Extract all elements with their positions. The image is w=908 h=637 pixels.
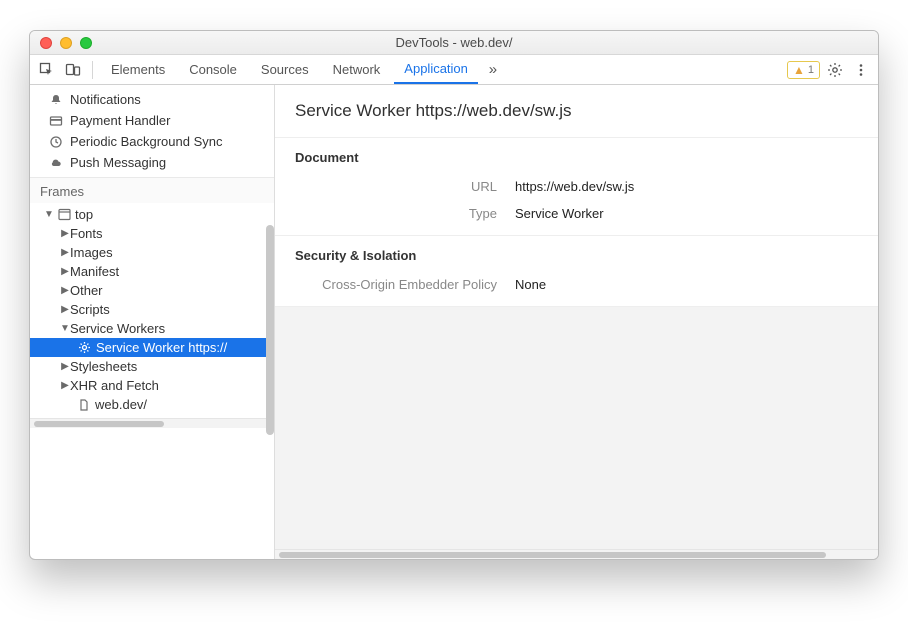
- sidebar-item-label: Payment Handler: [70, 113, 170, 128]
- sidebar-horizontal-scrollbar[interactable]: [30, 418, 274, 428]
- tree-item-label: XHR and Fetch: [70, 378, 159, 393]
- background-services-section: Notifications Payment Handler Periodic B…: [30, 85, 274, 177]
- settings-icon[interactable]: [824, 59, 846, 81]
- frames-section-title: Frames: [30, 177, 274, 203]
- tree-item-service-worker-selected[interactable]: Service Worker https://: [30, 338, 274, 357]
- kv-coep: Cross-Origin Embedder Policy None: [275, 271, 878, 306]
- sidebar-item-label: Notifications: [70, 92, 141, 107]
- main-panel: Service Worker https://web.dev/sw.js Doc…: [275, 85, 878, 559]
- document-panel-title: Document: [275, 138, 878, 173]
- tree-item-label: Scripts: [70, 302, 110, 317]
- tree-item-scripts[interactable]: ▶Scripts: [30, 300, 274, 319]
- tree-item-manifest[interactable]: ▶Manifest: [30, 262, 274, 281]
- clock-icon: [48, 135, 64, 149]
- tree-item-label: web.dev/: [95, 397, 147, 412]
- devtools-body: Notifications Payment Handler Periodic B…: [30, 85, 878, 559]
- warning-icon: ▲: [793, 63, 805, 77]
- coep-value: None: [515, 277, 858, 292]
- caret-right-icon: ▶: [60, 304, 70, 315]
- security-panel-title: Security & Isolation: [275, 236, 878, 271]
- empty-area: [275, 307, 878, 549]
- type-value: Service Worker: [515, 206, 858, 221]
- cloud-icon: [48, 156, 64, 170]
- sidebar-vertical-scrollbar[interactable]: [266, 225, 274, 435]
- type-label: Type: [295, 206, 515, 221]
- frames-tree: ▼ top ▶Fonts ▶Images ▶Manifest ▶Other ▶S…: [30, 203, 274, 418]
- tree-item-webdev-doc[interactable]: web.dev/: [30, 395, 274, 414]
- tree-item-xhr-fetch[interactable]: ▶XHR and Fetch: [30, 376, 274, 395]
- tree-item-images[interactable]: ▶Images: [30, 243, 274, 262]
- kebab-menu-icon[interactable]: [850, 59, 872, 81]
- warnings-count: 1: [808, 64, 814, 76]
- kv-type: Type Service Worker: [275, 200, 878, 235]
- sidebar-item-label: Push Messaging: [70, 155, 166, 170]
- tree-item-other[interactable]: ▶Other: [30, 281, 274, 300]
- frame-icon: [58, 208, 71, 221]
- titlebar: DevTools - web.dev/: [30, 31, 878, 55]
- caret-right-icon: ▶: [60, 228, 70, 239]
- tree-item-label: Service Workers: [70, 321, 165, 336]
- tree-item-fonts[interactable]: ▶Fonts: [30, 224, 274, 243]
- tree-item-label: top: [75, 207, 93, 222]
- url-label: URL: [295, 179, 515, 194]
- caret-right-icon: ▶: [60, 285, 70, 296]
- gear-icon: [78, 341, 91, 354]
- document-panel: Document URL https://web.dev/sw.js Type …: [275, 138, 878, 236]
- caret-right-icon: ▶: [60, 266, 70, 277]
- devtools-window: DevTools - web.dev/ Elements Console Sou…: [29, 30, 879, 560]
- sidebar-item-payment-handler[interactable]: Payment Handler: [30, 110, 274, 131]
- tab-sources[interactable]: Sources: [251, 55, 319, 84]
- caret-right-icon: ▶: [60, 247, 70, 258]
- caret-right-icon: ▶: [60, 380, 70, 391]
- tree-item-label: Images: [70, 245, 113, 260]
- sidebar-item-periodic-sync[interactable]: Periodic Background Sync: [30, 131, 274, 152]
- tab-application[interactable]: Application: [394, 55, 478, 84]
- tab-network[interactable]: Network: [323, 55, 391, 84]
- warnings-badge[interactable]: ▲ 1: [787, 61, 820, 79]
- security-panel: Security & Isolation Cross-Origin Embedd…: [275, 236, 878, 307]
- application-sidebar: Notifications Payment Handler Periodic B…: [30, 85, 275, 559]
- url-value: https://web.dev/sw.js: [515, 179, 858, 194]
- device-toolbar-icon[interactable]: [62, 59, 84, 81]
- kv-url: URL https://web.dev/sw.js: [275, 173, 878, 200]
- tab-console[interactable]: Console: [179, 55, 247, 84]
- tab-elements[interactable]: Elements: [101, 55, 175, 84]
- tree-item-label: Service Worker https://: [96, 340, 227, 355]
- more-tabs-icon[interactable]: »: [482, 59, 504, 81]
- inspect-element-icon[interactable]: [36, 59, 58, 81]
- caret-down-icon: ▼: [44, 209, 54, 220]
- caret-right-icon: ▶: [60, 361, 70, 372]
- tree-item-top[interactable]: ▼ top: [30, 205, 274, 224]
- credit-card-icon: [48, 114, 64, 128]
- tree-item-label: Other: [70, 283, 103, 298]
- sidebar-item-notifications[interactable]: Notifications: [30, 89, 274, 110]
- sidebar-item-push-messaging[interactable]: Push Messaging: [30, 152, 274, 173]
- panel-heading: Service Worker https://web.dev/sw.js: [275, 85, 878, 138]
- devtools-toolbar: Elements Console Sources Network Applica…: [30, 55, 878, 85]
- coep-label: Cross-Origin Embedder Policy: [295, 277, 515, 292]
- tree-item-label: Manifest: [70, 264, 119, 279]
- tree-item-stylesheets[interactable]: ▶Stylesheets: [30, 357, 274, 376]
- bell-icon: [48, 93, 64, 107]
- tree-item-service-workers[interactable]: ▼Service Workers: [30, 319, 274, 338]
- tree-item-label: Fonts: [70, 226, 103, 241]
- tree-item-label: Stylesheets: [70, 359, 137, 374]
- caret-down-icon: ▼: [60, 323, 70, 334]
- main-horizontal-scrollbar[interactable]: [275, 549, 878, 559]
- sidebar-item-label: Periodic Background Sync: [70, 134, 222, 149]
- document-icon: [78, 399, 90, 411]
- window-title: DevTools - web.dev/: [30, 35, 878, 50]
